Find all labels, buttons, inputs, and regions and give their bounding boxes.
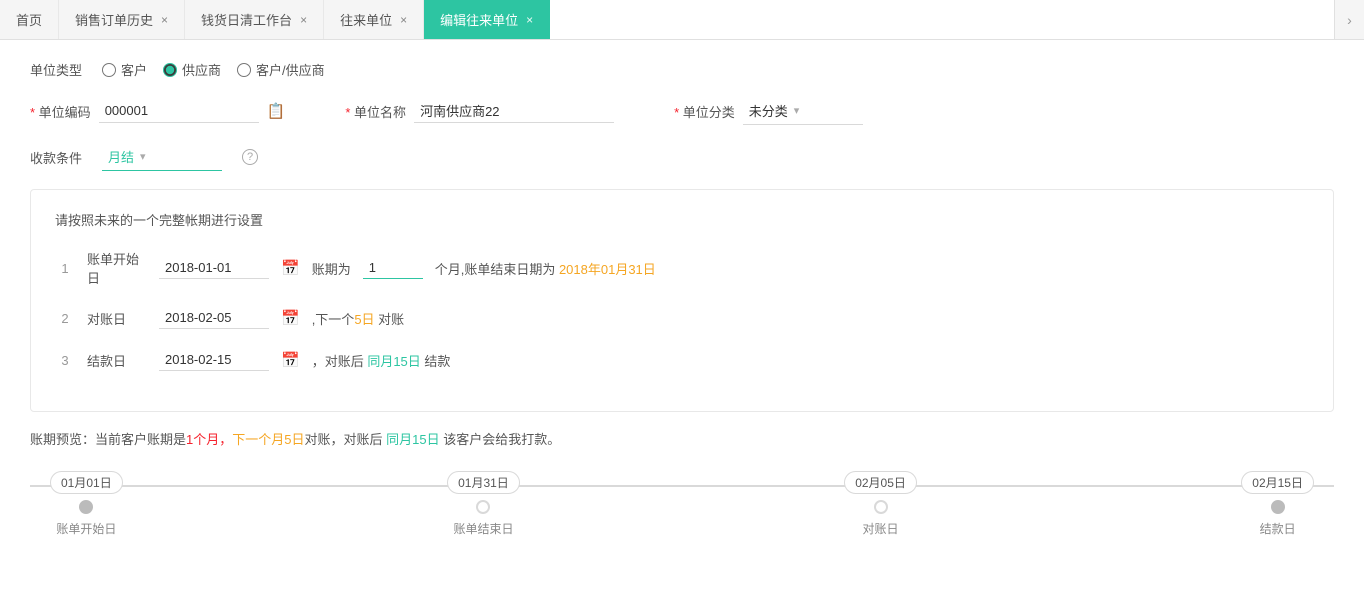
reconcile-day-highlight: 5日 [354, 312, 374, 327]
unit-code-input[interactable] [99, 99, 259, 123]
period-num-1: 1 [55, 261, 75, 276]
timeline-container: 01月01日 账单开始日 01月31日 账单结束日 02月05日 对账日 02月… [30, 471, 1334, 537]
tab-scroll-arrow[interactable]: › [1334, 0, 1364, 39]
unit-name-label: 单位名称 [345, 102, 406, 121]
start-date-calendar-icon[interactable]: 📅 [281, 259, 300, 277]
unit-category-group: 单位分类 未分类 ▾ [674, 97, 863, 125]
preview-part3: 同月15日 [386, 432, 439, 447]
help-icon[interactable]: ? [242, 149, 258, 165]
main-content: 单位类型 客户 供应商 客户/供应商 单位编码 📋 单位名称 [0, 40, 1364, 608]
period-desc-prefix-1: 账期为 [312, 259, 351, 278]
radio-supplier[interactable]: 供应商 [163, 60, 221, 79]
unit-info-row: 单位编码 📋 单位名称 单位分类 未分类 ▾ [30, 97, 1334, 125]
unit-code-icon[interactable]: 📋 [267, 102, 286, 120]
timeline-node-1: 01月01日 账单开始日 [50, 471, 123, 537]
radio-customer[interactable]: 客户 [102, 60, 147, 79]
timeline-badge-2: 01月31日 [447, 471, 520, 494]
payment-day-highlight: 同月15日 [367, 354, 420, 369]
unit-code-label: 单位编码 [30, 102, 91, 121]
period-row-3: 3 结款日 📅 ，对账后 同月15日 结款 [55, 349, 1309, 371]
tab-edit-partner-close[interactable]: × [526, 13, 533, 27]
preview-suffix: 该客户会给我打款。 [443, 432, 560, 447]
preview-middle: 对账，对账后 [304, 432, 382, 447]
payment-date-input[interactable] [159, 349, 269, 371]
payment-condition-value: 月结 [108, 147, 134, 166]
unit-name-input[interactable] [414, 99, 614, 123]
payment-condition-dropdown[interactable]: 月结 ▾ [102, 143, 222, 171]
period-desc-suffix-1: 个月,账单结束日期为 2018年01月31日 [435, 259, 656, 278]
timeline-label-1: 账单开始日 [56, 520, 116, 537]
preview-label: 账期预览：当前客户账期是 [30, 432, 186, 447]
timeline-badge-4: 02月15日 [1241, 471, 1314, 494]
start-date-input[interactable] [159, 257, 269, 279]
reconcile-date-input[interactable] [159, 307, 269, 329]
timeline-node-2: 01月31日 账单结束日 [447, 471, 520, 537]
tab-partner-units-label: 往来单位 [340, 10, 392, 29]
preview-part1: 1个月， [186, 432, 232, 447]
tab-sales-history-label: 销售订单历史 [75, 10, 153, 29]
tab-cash-workbench[interactable]: 钱货日清工作台 × [185, 0, 324, 39]
period-row-2: 2 对账日 📅 ,下一个5日 对账 [55, 307, 1309, 329]
unit-category-arrow: ▾ [794, 104, 800, 117]
radio-customer-input[interactable] [102, 63, 116, 77]
timeline-label-3: 对账日 [863, 520, 899, 537]
tab-partner-units-close[interactable]: × [400, 13, 407, 27]
radio-both-label: 客户/供应商 [256, 60, 325, 79]
period-desc-2: ,下一个5日 对账 [312, 309, 404, 328]
period-desc-3: ，对账后 同月15日 结款 [312, 351, 451, 370]
timeline-node-4: 02月15日 结款日 [1241, 471, 1314, 537]
payment-condition-arrow: ▾ [140, 150, 146, 163]
timeline-label-2: 账单结束日 [453, 520, 513, 537]
period-num-2: 2 [55, 311, 75, 326]
unit-category-dropdown[interactable]: 未分类 ▾ [743, 97, 863, 125]
period-label-2: 对账日 [87, 309, 147, 328]
payment-date-calendar-icon[interactable]: 📅 [281, 351, 300, 369]
tab-home[interactable]: 首页 [0, 0, 59, 39]
unit-category-label: 单位分类 [674, 102, 735, 121]
tab-edit-partner[interactable]: 编辑往来单位 × [424, 0, 550, 39]
payment-condition-label: 收款条件 [30, 148, 82, 167]
tab-edit-partner-label: 编辑往来单位 [440, 10, 518, 29]
preview-section: 账期预览：当前客户账期是1个月，下一个月5日对账，对账后 同月15日 该客户会给… [30, 428, 1334, 451]
unit-category-value: 未分类 [749, 101, 788, 120]
timeline-dot-4 [1271, 500, 1285, 514]
tab-cash-workbench-label: 钱货日清工作台 [201, 10, 292, 29]
timeline-badge-3: 02月05日 [844, 471, 917, 494]
unit-type-row: 单位类型 客户 供应商 客户/供应商 [30, 60, 1334, 79]
unit-name-group: 单位名称 [345, 99, 614, 123]
period-label-1: 账单开始日 [87, 249, 147, 287]
unit-type-radio-group: 客户 供应商 客户/供应商 [102, 60, 325, 79]
period-label-3: 结款日 [87, 351, 147, 370]
tab-sales-history[interactable]: 销售订单历史 × [59, 0, 185, 39]
panel-title: 请按照未来的一个完整帐期进行设置 [55, 210, 1309, 229]
period-row-1: 1 账单开始日 📅 账期为 个月,账单结束日期为 2018年01月31日 [55, 249, 1309, 287]
unit-type-label: 单位类型 [30, 60, 82, 79]
radio-customer-label: 客户 [121, 60, 147, 79]
radio-supplier-label: 供应商 [182, 60, 221, 79]
unit-code-group: 单位编码 📋 [30, 99, 285, 123]
timeline-label-4: 结款日 [1260, 520, 1296, 537]
timeline-node-3: 02月05日 对账日 [844, 471, 917, 537]
timeline-dot-1 [79, 500, 93, 514]
tab-cash-workbench-close[interactable]: × [300, 13, 307, 27]
reconcile-date-calendar-icon[interactable]: 📅 [281, 309, 300, 327]
months-input[interactable] [363, 257, 423, 279]
period-num-3: 3 [55, 353, 75, 368]
payment-condition-row: 收款条件 月结 ▾ ? [30, 143, 1334, 171]
tab-bar: 首页 销售订单历史 × 钱货日清工作台 × 往来单位 × 编辑往来单位 × › [0, 0, 1364, 40]
tab-home-label: 首页 [16, 10, 42, 29]
period-settings-panel: 请按照未来的一个完整帐期进行设置 1 账单开始日 📅 账期为 个月,账单结束日期… [30, 189, 1334, 412]
radio-supplier-input[interactable] [163, 63, 177, 77]
timeline-dot-2 [476, 500, 490, 514]
tab-partner-units[interactable]: 往来单位 × [324, 0, 424, 39]
timeline-dot-3 [874, 500, 888, 514]
radio-both[interactable]: 客户/供应商 [237, 60, 325, 79]
timeline-nodes: 01月01日 账单开始日 01月31日 账单结束日 02月05日 对账日 02月… [50, 471, 1314, 537]
tab-sales-history-close[interactable]: × [161, 13, 168, 27]
end-date-highlight: 2018年01月31日 [559, 262, 656, 277]
preview-part2: 下一个月5日 [232, 432, 304, 447]
radio-both-input[interactable] [237, 63, 251, 77]
timeline-badge-1: 01月01日 [50, 471, 123, 494]
